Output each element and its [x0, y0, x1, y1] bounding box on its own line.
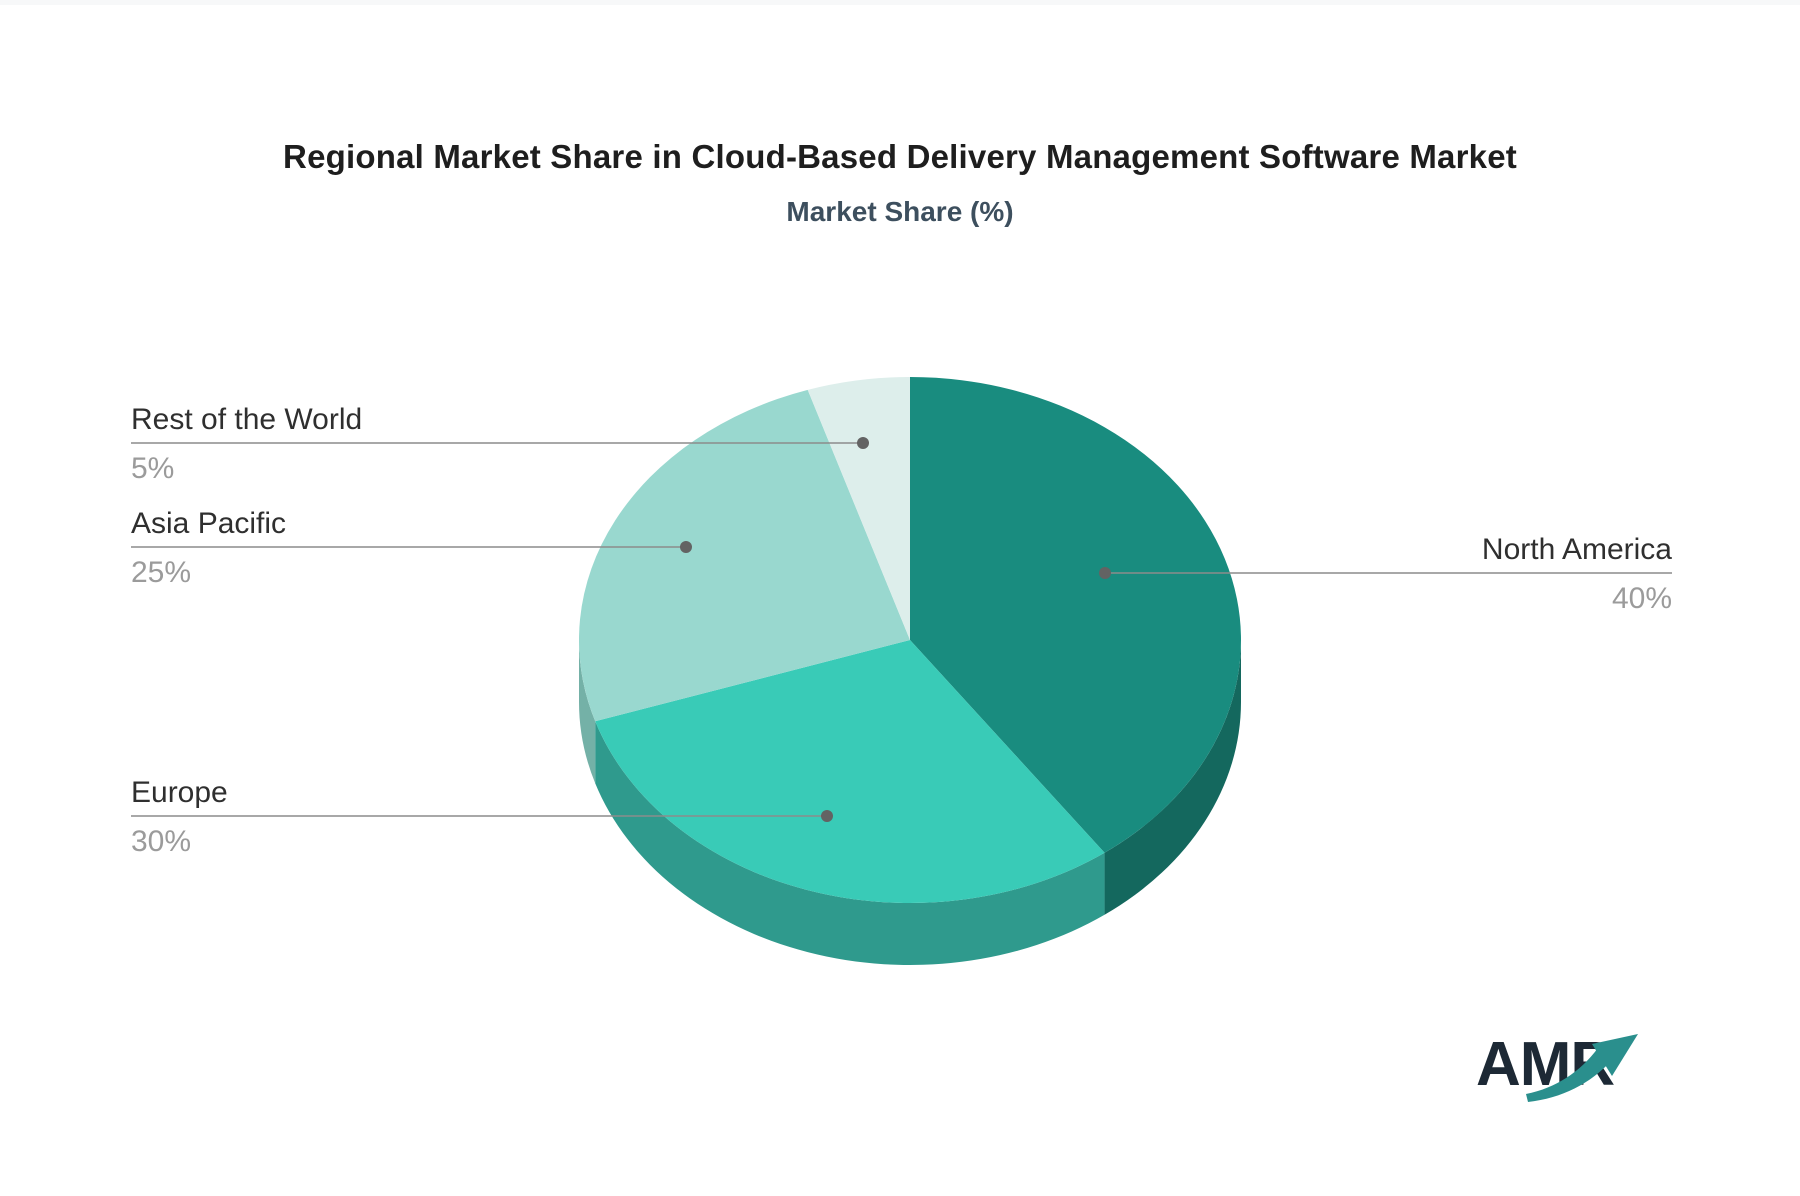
slice-label-percent: 30% — [131, 825, 192, 858]
leader-dot — [1099, 567, 1111, 579]
slice-label-percent: 40% — [1611, 582, 1672, 615]
growth-arrow-icon — [1526, 1034, 1638, 1102]
leader-dot — [821, 810, 833, 822]
slice-label-percent: 25% — [131, 556, 192, 589]
leader-dot — [680, 541, 692, 553]
slice-label-name: Rest of the World — [131, 403, 363, 436]
amr-logo: AMR — [1476, 1034, 1676, 1114]
leader-dot — [857, 437, 869, 449]
pie-chart — [131, 377, 1672, 965]
slice-label-percent: 5% — [131, 452, 175, 485]
slice-label-name: Asia Pacific — [131, 507, 287, 540]
chart-page: Regional Market Share in Cloud-Based Del… — [0, 0, 1800, 1196]
slice-label-name: Europe — [131, 776, 228, 809]
slice-label-name: North America — [1481, 533, 1672, 566]
